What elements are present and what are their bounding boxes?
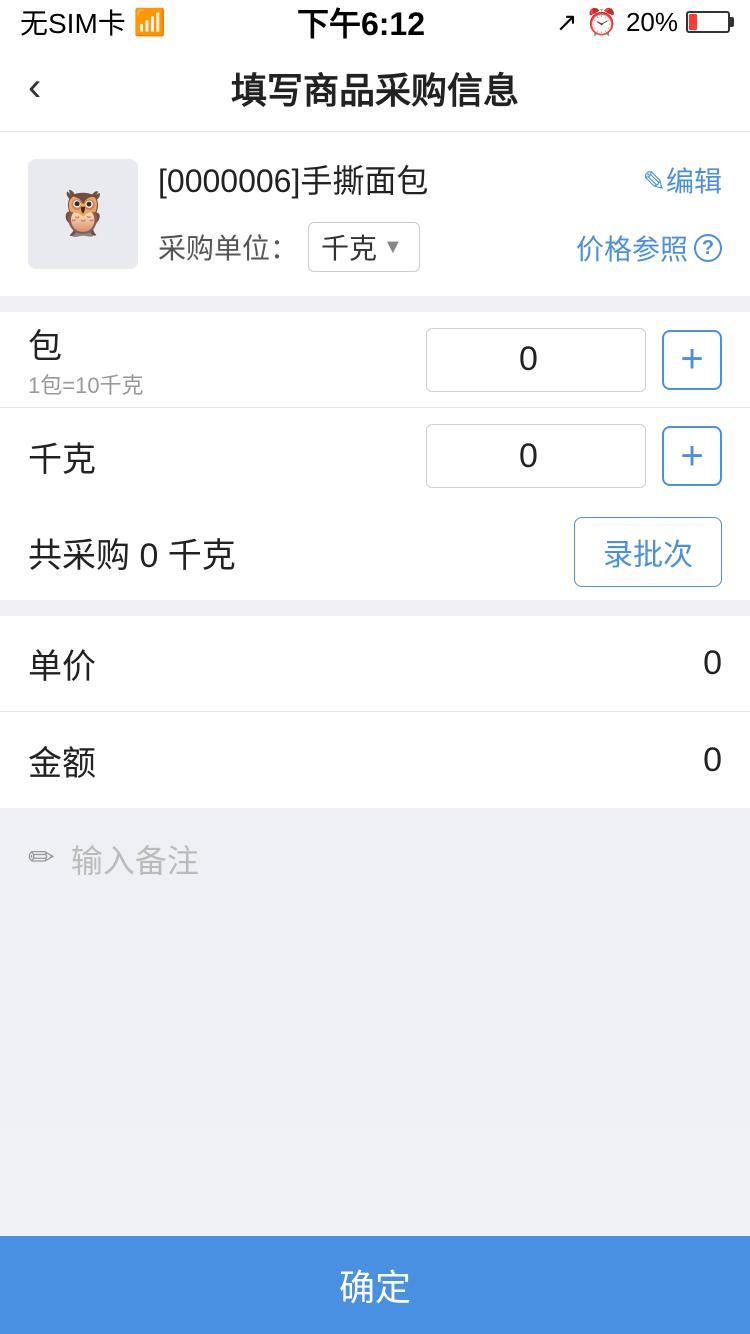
nav-bar: ‹ 填写商品采购信息 (0, 44, 750, 132)
location-icon: ↗ (556, 7, 578, 38)
remark-input[interactable]: 输入备注 (71, 836, 199, 882)
input-section: 包 1包=10千克 + 千克 + (0, 312, 750, 504)
status-left: 无SIM卡 📶 (20, 2, 166, 42)
status-bar: 无SIM卡 📶 下午6:12 ↗ ⏰ 20% (0, 0, 750, 44)
battery-icon (686, 11, 730, 33)
price-ref-button[interactable]: 价格参照 ? (576, 228, 722, 268)
amount-label: 金额 (28, 736, 96, 785)
battery-percentage: 20% (626, 7, 678, 38)
amount-value: 0 (703, 741, 722, 780)
summary-text: 共采购 0 千克 (28, 528, 236, 577)
bao-label-sub: 1包=10千克 (28, 368, 188, 400)
wifi-icon: 📶 (134, 7, 166, 38)
kg-quantity-input[interactable] (426, 424, 646, 488)
bao-input-row: 包 1包=10千克 + (0, 312, 750, 408)
divider-2 (0, 600, 750, 616)
status-right: ↗ ⏰ 20% (556, 7, 730, 38)
product-card: 🦉 [0000006]手撕面包 采购单位： 千克 ▼ ✎编辑 价格参照 ? (0, 132, 750, 296)
page-title: 填写商品采购信息 (231, 62, 519, 114)
bao-label-main: 包 (28, 319, 188, 368)
carrier-label: 无SIM卡 (20, 2, 126, 42)
bao-plus-button[interactable]: + (662, 330, 722, 390)
bao-quantity-input[interactable] (426, 328, 646, 392)
kg-plus-button[interactable]: + (662, 426, 722, 486)
product-logo: 🦉 (56, 192, 111, 236)
kg-label: 千克 (28, 432, 188, 481)
divider-1 (0, 296, 750, 312)
dropdown-arrow-icon: ▼ (383, 236, 403, 259)
confirm-button[interactable]: 确定 (0, 1236, 750, 1334)
amount-row: 金额 0 (0, 712, 750, 808)
kg-input-right: + (188, 424, 722, 488)
product-thumbnail: 🦉 (28, 159, 138, 269)
unit-price-row: 单价 0 (0, 616, 750, 712)
kg-label-main: 千克 (28, 432, 188, 481)
status-time: 下午6:12 (297, 0, 425, 45)
back-button[interactable]: ‹ (28, 65, 41, 110)
unit-price-value: 0 (703, 644, 722, 683)
unit-label: 采购单位： (158, 227, 298, 267)
batch-button[interactable]: 录批次 (574, 517, 722, 587)
remark-section[interactable]: ✏ 输入备注 (0, 808, 750, 928)
price-ref-label: 价格参照 (576, 228, 688, 268)
bao-input-right: + (188, 328, 722, 392)
summary-row: 共采购 0 千克 录批次 (0, 504, 750, 600)
pencil-icon: ✏ (28, 838, 55, 876)
product-name: [0000006]手撕面包 (158, 156, 722, 202)
alarm-icon: ⏰ (586, 7, 618, 38)
unit-dropdown[interactable]: 千克 ▼ (308, 222, 420, 272)
unit-value: 千克 (321, 227, 377, 267)
bao-label: 包 1包=10千克 (28, 319, 188, 400)
edit-button[interactable]: ✎编辑 (643, 160, 722, 200)
info-circle-icon: ? (694, 234, 722, 262)
bottom-fill (0, 928, 750, 1128)
kg-input-row: 千克 + (0, 408, 750, 504)
price-section: 单价 0 金额 0 (0, 616, 750, 808)
unit-price-label: 单价 (28, 639, 96, 688)
